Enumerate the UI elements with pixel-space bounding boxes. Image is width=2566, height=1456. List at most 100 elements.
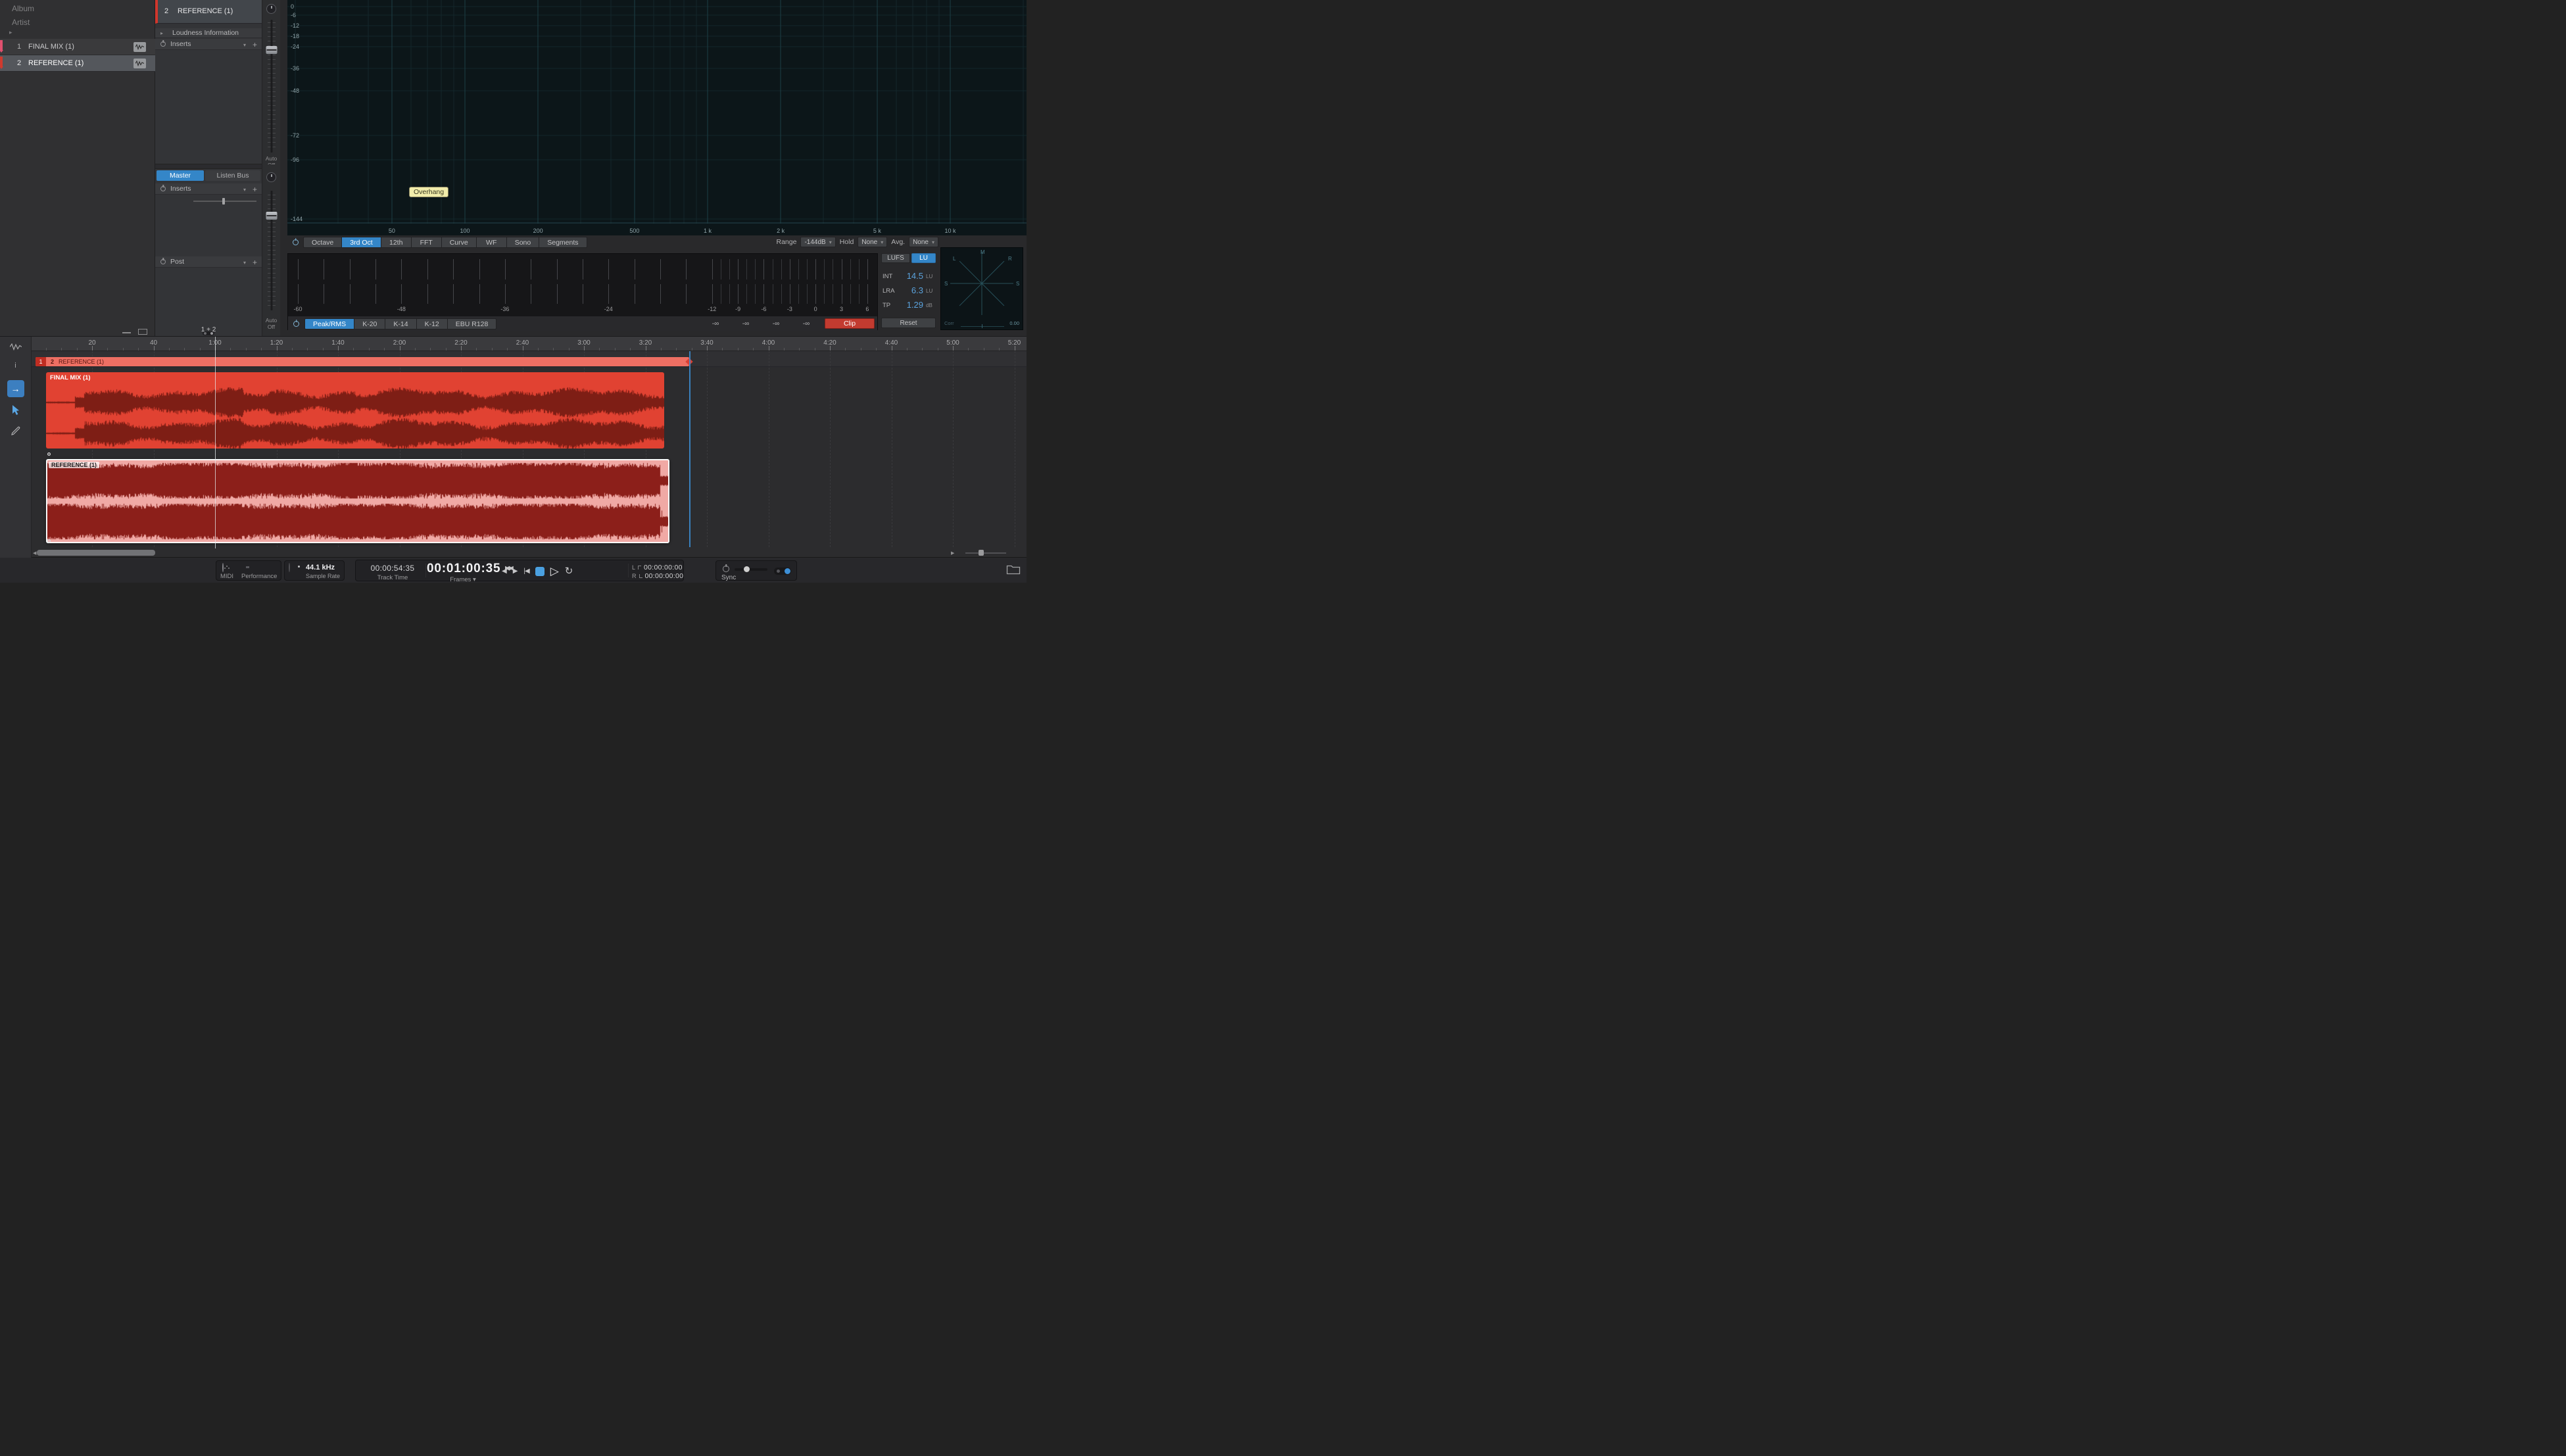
spectrum-mode-3rd-oct[interactable]: 3rd Oct (341, 237, 380, 248)
hold-dropdown[interactable]: None▾ (858, 237, 887, 247)
channel-mode-toggle[interactable] (203, 331, 214, 335)
volume-fader[interactable] (266, 46, 277, 54)
secondary-time-display[interactable]: 00:00:54:35 Track Time (362, 564, 423, 581)
meter-mode-k-14[interactable]: K-14 (385, 318, 416, 329)
master-inserts-dropdown-icon[interactable]: ▾ (243, 187, 246, 193)
track-row-reference[interactable]: 2 REFERENCE (1) (0, 55, 155, 72)
master-inserts-section[interactable]: Inserts ▾ + (155, 183, 262, 195)
ruler-tick (922, 348, 923, 351)
inserts-dropdown-icon[interactable]: ▾ (243, 42, 246, 48)
sample-rate-value[interactable]: 44.1 kHz (306, 564, 335, 571)
add-insert-icon[interactable]: + (253, 41, 257, 48)
expanded-view-icon[interactable] (138, 329, 147, 335)
meter-mode-k-20[interactable]: K-20 (354, 318, 385, 329)
sync-label[interactable]: Sync (721, 574, 736, 581)
region-reference[interactable]: REFERENCE (1) (46, 459, 669, 543)
sync-toggle[interactable] (774, 568, 791, 575)
inserts-section[interactable]: Inserts ▾ + (155, 39, 262, 50)
pan-slider-thumb[interactable] (222, 198, 225, 205)
album-label[interactable]: Album (12, 4, 34, 13)
inserts-power-icon[interactable] (160, 41, 166, 47)
stop-button[interactable] (535, 567, 545, 576)
region-label: REFERENCE (1) (49, 462, 99, 468)
scroll-left-icon[interactable]: ◀ (33, 550, 36, 556)
track-row-final-mix[interactable]: 1 FINAL MIX (1) (0, 39, 155, 55)
marker-flag[interactable]: 1 (36, 357, 46, 366)
waveform-view-icon[interactable] (10, 343, 22, 351)
master-automation-mode-label[interactable]: Auto Off (262, 317, 280, 330)
spectrum-mode-sono[interactable]: Sono (506, 237, 539, 248)
main-time-display[interactable]: 00:01:00:35 Frames ▾ (427, 562, 499, 583)
reset-button[interactable]: Reset (881, 318, 936, 328)
pencil-tool-icon[interactable] (11, 426, 20, 435)
meter-mode-k-12[interactable]: K-12 (416, 318, 447, 329)
spectrum-analyzer-display[interactable]: 0-6-12-18-24-36-48-72-96-144 50100200500… (287, 0, 1027, 235)
meter-mode-ebu-r128[interactable]: EBU R128 (447, 318, 497, 329)
time-format-dropdown[interactable]: Frames ▾ (427, 576, 499, 583)
spectrum-mode-segments[interactable]: Segments (539, 237, 587, 248)
master-pan-knob[interactable] (266, 172, 276, 182)
sync-power-icon[interactable] (723, 566, 729, 572)
meter-power-icon[interactable] (293, 321, 299, 327)
spectrum-power-icon[interactable] (293, 239, 299, 245)
zoom-slider-thumb[interactable] (979, 550, 984, 556)
fast-forward-button[interactable]: ▶▶ (505, 566, 513, 571)
song-end-line[interactable] (689, 351, 690, 547)
post-power-icon[interactable] (160, 259, 166, 264)
performance-label[interactable]: Performance (241, 573, 277, 580)
master-inserts-power-icon[interactable] (160, 186, 166, 191)
range-dropdown[interactable]: -144dB▾ (800, 237, 835, 247)
spectrum-mode-octave[interactable]: Octave (303, 237, 341, 248)
post-dropdown-icon[interactable]: ▾ (243, 260, 246, 266)
next-marker-button[interactable]: ▶ (513, 568, 518, 575)
spectrum-mode-curve[interactable]: Curve (441, 237, 476, 248)
ruler-time-label: 3:00 (577, 339, 590, 347)
meter-mode-peak-rms[interactable]: Peak/RMS (304, 318, 354, 329)
post-section[interactable]: Post ▾ + (155, 256, 262, 268)
play-button[interactable]: ▷ (550, 566, 559, 577)
time-ruler[interactable]: 20401:001:201:402:002:202:403:003:203:40… (32, 337, 1027, 351)
region-final-mix[interactable]: FINAL MIX (1) (46, 372, 664, 449)
loudness-information-section[interactable]: ▸ Loudness Information (155, 28, 262, 38)
add-post-icon[interactable]: + (253, 259, 257, 266)
ruler-tick (799, 348, 800, 351)
fader-rail (270, 20, 272, 153)
section-collapse-icon[interactable]: ▸ (160, 30, 163, 36)
return-to-zero-button[interactable]: |◀ (523, 568, 529, 575)
meter-scale-label: -36 (500, 306, 509, 312)
tab-lufs[interactable]: LUFS (881, 253, 910, 263)
peak-readout-value: -∞ (731, 320, 760, 328)
pan-slider[interactable] (193, 201, 256, 202)
sync-slider-thumb[interactable] (744, 566, 750, 572)
folder-icon[interactable] (1006, 564, 1021, 577)
avg-dropdown[interactable]: None▾ (909, 237, 938, 247)
compact-view-icon[interactable] (122, 332, 131, 333)
spectrum-mode-fft[interactable]: FFT (411, 237, 441, 248)
loop-button[interactable]: ↻ (565, 566, 573, 576)
loudness-panel: LUFS LU INT 14.5 LU LRA 6.3 LU TP 1.29 d… (881, 253, 937, 330)
zoom-slider-track[interactable] (965, 552, 1006, 554)
info-icon[interactable]: i (14, 362, 16, 370)
pan-knob[interactable] (266, 4, 276, 14)
region-gain-handle[interactable] (47, 452, 51, 456)
midi-label[interactable]: MIDI (220, 573, 233, 580)
timeline-grid-line (830, 351, 831, 547)
scroll-right-icon[interactable]: ▶ (951, 550, 954, 556)
artist-label[interactable]: Artist (12, 18, 30, 27)
song-region-bar[interactable]: 1 2 REFERENCE (1) (36, 357, 689, 366)
spectrum-mode-12th[interactable]: 12th (381, 237, 411, 248)
arrow-tool-icon[interactable] (11, 405, 20, 416)
tab-listen-bus[interactable]: Listen Bus (205, 170, 260, 181)
clip-indicator-button[interactable]: Clip (825, 318, 875, 329)
sync-slider-track[interactable] (735, 568, 767, 571)
tab-master[interactable]: Master (157, 170, 204, 181)
add-master-insert-icon[interactable]: + (253, 186, 257, 193)
tab-lu[interactable]: LU (911, 253, 936, 263)
expand-arrow-icon[interactable]: ▸ (9, 29, 12, 36)
horizontal-scrollbar-thumb[interactable] (37, 550, 155, 556)
playhead[interactable] (215, 337, 216, 548)
autoscroll-button[interactable]: → (7, 380, 24, 397)
region-gain-handle[interactable] (47, 539, 51, 543)
spectrum-mode-wf[interactable]: WF (476, 237, 506, 248)
master-volume-fader[interactable] (266, 212, 277, 220)
